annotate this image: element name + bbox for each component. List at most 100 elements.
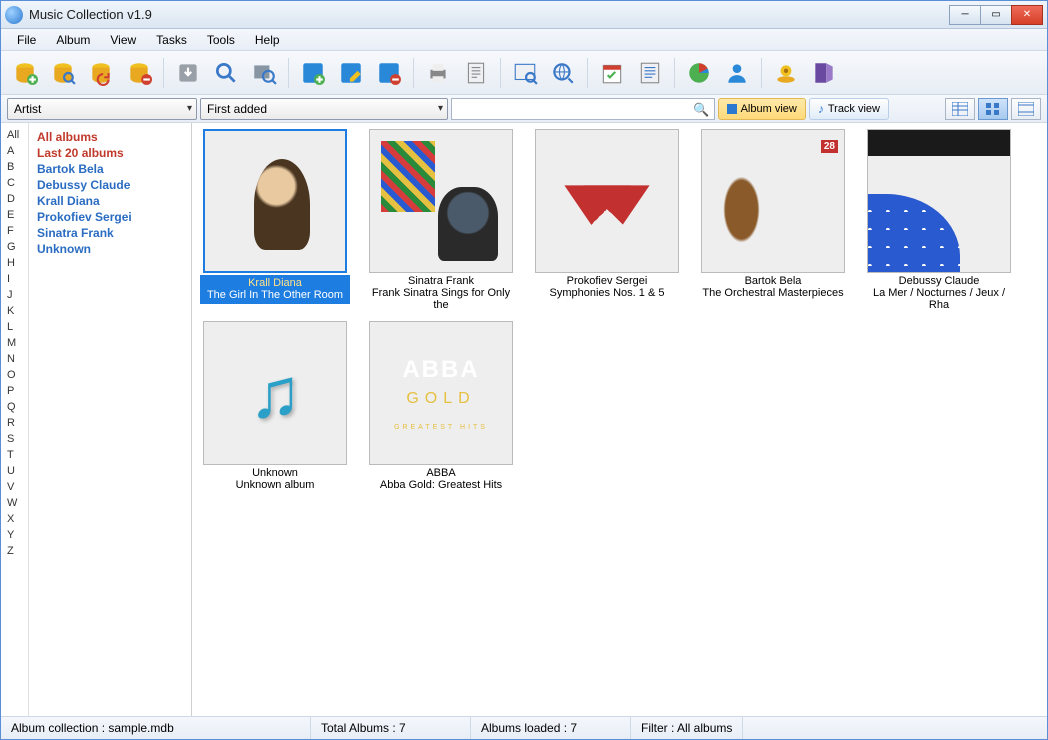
album-view-button[interactable]: Album view	[718, 98, 806, 120]
toolbar-add-album[interactable]	[295, 55, 331, 91]
view-mode-detail[interactable]	[1011, 98, 1041, 120]
album-item[interactable]: Prokofiev SergeiSymphonies Nos. 1 & 5	[532, 129, 682, 311]
toolbar-settings[interactable]	[768, 55, 804, 91]
alpha-t[interactable]: T	[1, 447, 28, 463]
toolbar-web-search[interactable]	[545, 55, 581, 91]
alpha-n[interactable]: N	[1, 351, 28, 367]
alpha-h[interactable]: H	[1, 255, 28, 271]
menu-help[interactable]: Help	[245, 30, 290, 50]
alpha-b[interactable]: B	[1, 159, 28, 175]
close-button[interactable]: ✕	[1011, 5, 1043, 25]
album-cover[interactable]	[203, 129, 347, 273]
alpha-c[interactable]: C	[1, 175, 28, 191]
filter-item-3[interactable]: Debussy Claude	[37, 177, 183, 193]
alpha-y[interactable]: Y	[1, 527, 28, 543]
alpha-m[interactable]: M	[1, 335, 28, 351]
alpha-a[interactable]: A	[1, 143, 28, 159]
alpha-g[interactable]: G	[1, 239, 28, 255]
menu-bar: File Album View Tasks Tools Help	[1, 29, 1047, 51]
filter-item-1[interactable]: Last 20 albums	[37, 145, 183, 161]
filter-item-5[interactable]: Prokofiev Sergei	[37, 209, 183, 225]
toolbar-schedule[interactable]	[594, 55, 630, 91]
menu-album[interactable]: Album	[46, 30, 100, 50]
toolbar-user[interactable]	[719, 55, 755, 91]
alpha-r[interactable]: R	[1, 415, 28, 431]
filter-item-4[interactable]: Krall Diana	[37, 193, 183, 209]
toolbar-exit[interactable]	[806, 55, 842, 91]
status-loaded: Albums loaded : 7	[471, 717, 631, 739]
album-title: The Girl In The Other Room	[202, 289, 348, 301]
album-cover[interactable]	[535, 129, 679, 273]
maximize-button[interactable]: ▭	[980, 5, 1012, 25]
status-total: Total Albums : 7	[311, 717, 471, 739]
menu-tasks[interactable]: Tasks	[146, 30, 197, 50]
alpha-u[interactable]: U	[1, 463, 28, 479]
album-title: Frank Sinatra Sings for Only the	[366, 287, 516, 311]
alpha-s[interactable]: S	[1, 431, 28, 447]
alpha-f[interactable]: F	[1, 223, 28, 239]
status-filter: Filter : All albums	[631, 717, 743, 739]
search-input[interactable]: 🔍	[451, 98, 715, 120]
menu-view[interactable]: View	[100, 30, 146, 50]
filter-item-2[interactable]: Bartok Bela	[37, 161, 183, 177]
album-cover[interactable]	[369, 129, 513, 273]
alpha-l[interactable]: L	[1, 319, 28, 335]
filter-item-0[interactable]: All albums	[37, 129, 183, 145]
toolbar-import[interactable]	[170, 55, 206, 91]
filter-item-7[interactable]: Unknown	[37, 241, 183, 257]
toolbar-new-db[interactable]	[7, 55, 43, 91]
album-item[interactable]: UnknownUnknown album	[200, 321, 350, 491]
album-item[interactable]: Debussy ClaudeLa Mer / Nocturnes / Jeux …	[864, 129, 1014, 311]
app-icon	[5, 6, 23, 24]
alpha-all[interactable]: All	[1, 127, 28, 143]
minimize-button[interactable]: ─	[949, 5, 981, 25]
alpha-i[interactable]: I	[1, 271, 28, 287]
alpha-o[interactable]: O	[1, 367, 28, 383]
album-cover[interactable]	[203, 321, 347, 465]
view-mode-list[interactable]	[945, 98, 975, 120]
toolbar-search-db[interactable]	[45, 55, 81, 91]
album-title: La Mer / Nocturnes / Jeux / Rha	[864, 287, 1014, 311]
album-cover[interactable]: ABBAGOLDGREATEST HITS	[369, 321, 513, 465]
toolbar-browse[interactable]	[507, 55, 543, 91]
album-grid: Krall DianaThe Girl In The Other RoomSin…	[192, 123, 1047, 716]
album-title: Abba Gold: Greatest Hits	[366, 479, 516, 491]
toolbar-print[interactable]	[420, 55, 456, 91]
sort-combo[interactable]: First added	[200, 98, 448, 120]
alpha-k[interactable]: K	[1, 303, 28, 319]
alpha-d[interactable]: D	[1, 191, 28, 207]
alpha-j[interactable]: J	[1, 287, 28, 303]
alpha-w[interactable]: W	[1, 495, 28, 511]
toolbar-edit-album[interactable]	[333, 55, 369, 91]
album-item[interactable]: Krall DianaThe Girl In The Other Room	[200, 129, 350, 311]
toolbar-delete-db[interactable]	[121, 55, 157, 91]
album-item[interactable]: Bartok BelaThe Orchestral Masterpieces	[698, 129, 848, 311]
track-view-button[interactable]: ♪Track view	[809, 98, 889, 120]
toolbar	[1, 51, 1047, 95]
toolbar-stats[interactable]	[681, 55, 717, 91]
filter-item-6[interactable]: Sinatra Frank	[37, 225, 183, 241]
alpha-p[interactable]: P	[1, 383, 28, 399]
view-mode-grid[interactable]	[978, 98, 1008, 120]
menu-tools[interactable]: Tools	[197, 30, 245, 50]
alpha-q[interactable]: Q	[1, 399, 28, 415]
window-buttons: ─ ▭ ✕	[950, 5, 1043, 25]
album-cover[interactable]	[867, 129, 1011, 273]
alpha-v[interactable]: V	[1, 479, 28, 495]
toolbar-find[interactable]	[208, 55, 244, 91]
alpha-z[interactable]: Z	[1, 543, 28, 559]
album-cover[interactable]	[701, 129, 845, 273]
toolbar-find-folder[interactable]	[246, 55, 282, 91]
alpha-e[interactable]: E	[1, 207, 28, 223]
album-artist: Sinatra Frank	[366, 275, 516, 287]
filter-field-combo[interactable]: Artist	[7, 98, 197, 120]
toolbar-refresh-db[interactable]	[83, 55, 119, 91]
album-item[interactable]: Sinatra FrankFrank Sinatra Sings for Onl…	[366, 129, 516, 311]
album-item[interactable]: ABBAGOLDGREATEST HITSABBAAbba Gold: Grea…	[366, 321, 516, 491]
title-bar: Music Collection v1.9 ─ ▭ ✕	[1, 1, 1047, 29]
toolbar-report[interactable]	[458, 55, 494, 91]
alpha-x[interactable]: X	[1, 511, 28, 527]
toolbar-list[interactable]	[632, 55, 668, 91]
menu-file[interactable]: File	[7, 30, 46, 50]
toolbar-remove-album[interactable]	[371, 55, 407, 91]
